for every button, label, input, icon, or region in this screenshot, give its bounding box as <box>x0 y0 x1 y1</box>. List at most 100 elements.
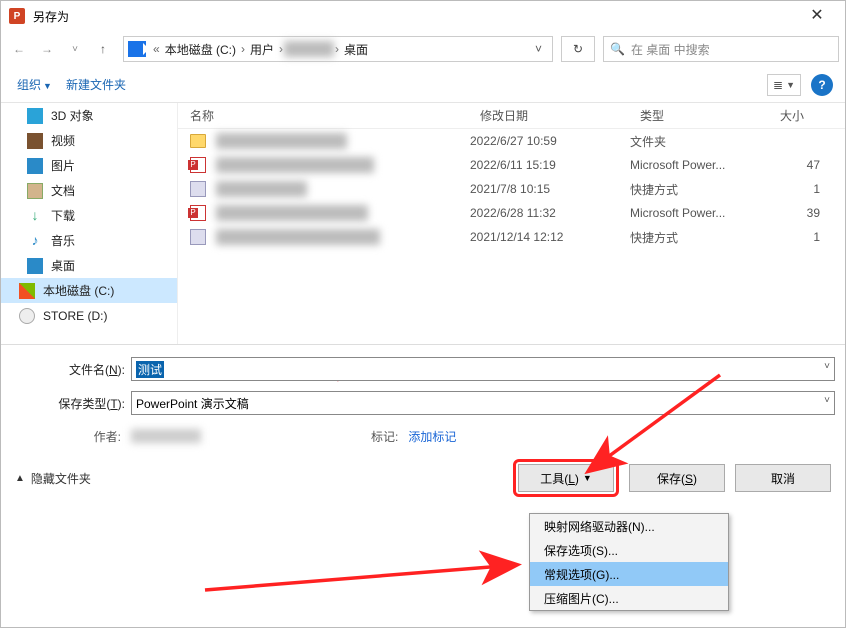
sidebar-item-desktop[interactable]: 桌面 <box>1 253 177 278</box>
help-button[interactable]: ? <box>811 74 833 96</box>
file-type: Microsoft Power... <box>630 206 790 220</box>
file-date: 2022/6/11 15:19 <box>470 158 630 172</box>
file-row[interactable]: 2022/6/27 10:59文件夹 <box>178 129 845 153</box>
tools-button[interactable]: 工具(L) ▼ <box>518 464 614 492</box>
author-label: 作者: <box>71 428 121 445</box>
tools-menu-item[interactable]: 压缩图片(C)... <box>530 586 728 610</box>
chevron-down-icon: ▼ <box>583 473 592 483</box>
file-type: 快捷方式 <box>630 229 790 246</box>
search-placeholder: 在 桌面 中搜索 <box>631 41 710 58</box>
file-row[interactable]: 2022/6/28 11:32Microsoft Power...39 <box>178 201 845 225</box>
drive-icon <box>128 41 146 57</box>
file-size: 1 <box>790 182 830 196</box>
cube-icon <box>27 108 43 124</box>
app-icon: P <box>9 8 25 24</box>
tools-highlight: 工具(L) ▼ <box>513 459 619 497</box>
address-bar[interactable]: « 本地磁盘 (C:) › 用户 › › 桌面 ˅ <box>123 36 553 62</box>
column-date[interactable]: 修改日期 <box>480 107 640 124</box>
column-name[interactable]: 名称 <box>190 107 480 124</box>
crumb-1[interactable]: 用户 <box>246 41 278 58</box>
breadcrumb-overflow: « <box>152 42 161 56</box>
sidebar-item-pictures[interactable]: 图片 <box>1 153 177 178</box>
column-size[interactable]: 大小 <box>780 107 845 124</box>
file-name-redacted <box>216 181 307 197</box>
tools-menu-item[interactable]: 保存选项(S)... <box>530 538 728 562</box>
picture-icon <box>27 158 43 174</box>
address-drop[interactable]: ˅ <box>529 42 548 56</box>
new-folder-button[interactable]: 新建文件夹 <box>62 72 130 97</box>
file-name-redacted <box>216 229 380 245</box>
filename-input[interactable]: 测试 ˅ <box>131 357 835 381</box>
save-button[interactable]: 保存(S) <box>629 464 725 492</box>
sidebar-item-documents[interactable]: 文档 <box>1 178 177 203</box>
recent-drop[interactable]: ˅ <box>63 37 87 61</box>
film-icon <box>27 133 43 149</box>
filetype-select[interactable]: PowerPoint 演示文稿 ˅ <box>131 391 835 415</box>
file-row[interactable]: 2021/12/14 12:12快捷方式1 <box>178 225 845 249</box>
tools-menu: 映射网络驱动器(N)...保存选项(S)...常规选项(G)...压缩图片(C)… <box>529 513 729 611</box>
file-type: Microsoft Power... <box>630 158 790 172</box>
document-icon <box>27 183 43 199</box>
windows-drive-icon <box>19 283 35 299</box>
filename-drop-icon[interactable]: ˅ <box>824 361 830 372</box>
crumb-2-redacted[interactable] <box>284 41 334 57</box>
hide-folders-toggle[interactable]: ▲ 隐藏文件夹 <box>15 470 91 487</box>
file-date: 2022/6/27 10:59 <box>470 134 630 148</box>
file-row[interactable]: 2021/7/8 10:15快捷方式1 <box>178 177 845 201</box>
search-icon: 🔍 <box>610 42 625 56</box>
sidebar-item-music[interactable]: ♪音乐 <box>1 228 177 253</box>
window-title: 另存为 <box>33 8 69 25</box>
tags-label: 标记: <box>371 428 398 445</box>
sidebar-item-downloads[interactable]: ↓下载 <box>1 203 177 228</box>
file-row[interactable]: 2022/6/11 15:19Microsoft Power...47 <box>178 153 845 177</box>
author-value-redacted[interactable] <box>131 429 201 443</box>
file-date: 2022/6/28 11:32 <box>470 206 630 220</box>
filename-value: 测试 <box>136 361 164 378</box>
close-button[interactable]: ✕ <box>797 8 837 24</box>
filetype-label: 保存类型(T): <box>11 395 131 412</box>
file-list: 名称 修改日期 类型 大小 2022/6/27 10:59文件夹2022/6/1… <box>178 103 845 344</box>
file-name-redacted <box>216 157 374 173</box>
lnk-icon <box>190 229 206 245</box>
refresh-button[interactable]: ↻ <box>561 36 595 62</box>
sidebar: 3D 对象 视频 图片 文档 ↓下载 ♪音乐 桌面 本地磁盘 (C:) STOR… <box>1 103 178 344</box>
desktop-icon <box>27 258 43 274</box>
lnk-icon <box>190 181 206 197</box>
file-size: 39 <box>790 206 830 220</box>
sidebar-item-3d[interactable]: 3D 对象 <box>1 103 177 128</box>
search-input[interactable]: 🔍 在 桌面 中搜索 <box>603 36 839 62</box>
cancel-button[interactable]: 取消 <box>735 464 831 492</box>
file-date: 2021/12/14 12:12 <box>470 230 630 244</box>
file-size: 1 <box>790 230 830 244</box>
organize-button[interactable]: 组织▼ <box>13 72 56 97</box>
sidebar-item-video[interactable]: 视频 <box>1 128 177 153</box>
file-name-redacted <box>216 205 368 221</box>
sidebar-item-disk-c[interactable]: 本地磁盘 (C:) <box>1 278 177 303</box>
crumb-0[interactable]: 本地磁盘 (C:) <box>161 41 240 58</box>
sidebar-item-disk-d[interactable]: STORE (D:) <box>1 303 177 328</box>
file-type: 快捷方式 <box>630 181 790 198</box>
tags-input[interactable]: 添加标记 <box>408 428 456 445</box>
filetype-value: PowerPoint 演示文稿 <box>136 395 249 412</box>
disc-icon <box>19 308 35 324</box>
back-button[interactable]: ← <box>7 37 31 61</box>
caret-icon: ▲ <box>15 473 25 484</box>
file-name-redacted <box>216 133 347 149</box>
music-icon: ♪ <box>27 233 43 249</box>
forward-button[interactable]: → <box>35 37 59 61</box>
file-size: 47 <box>790 158 830 172</box>
view-options-button[interactable]: ≣ ▼ <box>767 74 801 96</box>
column-type[interactable]: 类型 <box>640 107 780 124</box>
tools-menu-item[interactable]: 映射网络驱动器(N)... <box>530 514 728 538</box>
file-type: 文件夹 <box>630 133 790 150</box>
ppt-icon <box>190 205 206 221</box>
crumb-3[interactable]: 桌面 <box>340 41 372 58</box>
folder-icon <box>190 134 206 148</box>
filetype-drop-icon[interactable]: ˅ <box>824 395 830 406</box>
file-date: 2021/7/8 10:15 <box>470 182 630 196</box>
ppt-icon <box>190 157 206 173</box>
up-button[interactable]: ↑ <box>91 37 115 61</box>
filename-label: 文件名(N): <box>11 361 131 378</box>
tools-menu-item[interactable]: 常规选项(G)... <box>530 562 728 586</box>
download-icon: ↓ <box>27 208 43 224</box>
